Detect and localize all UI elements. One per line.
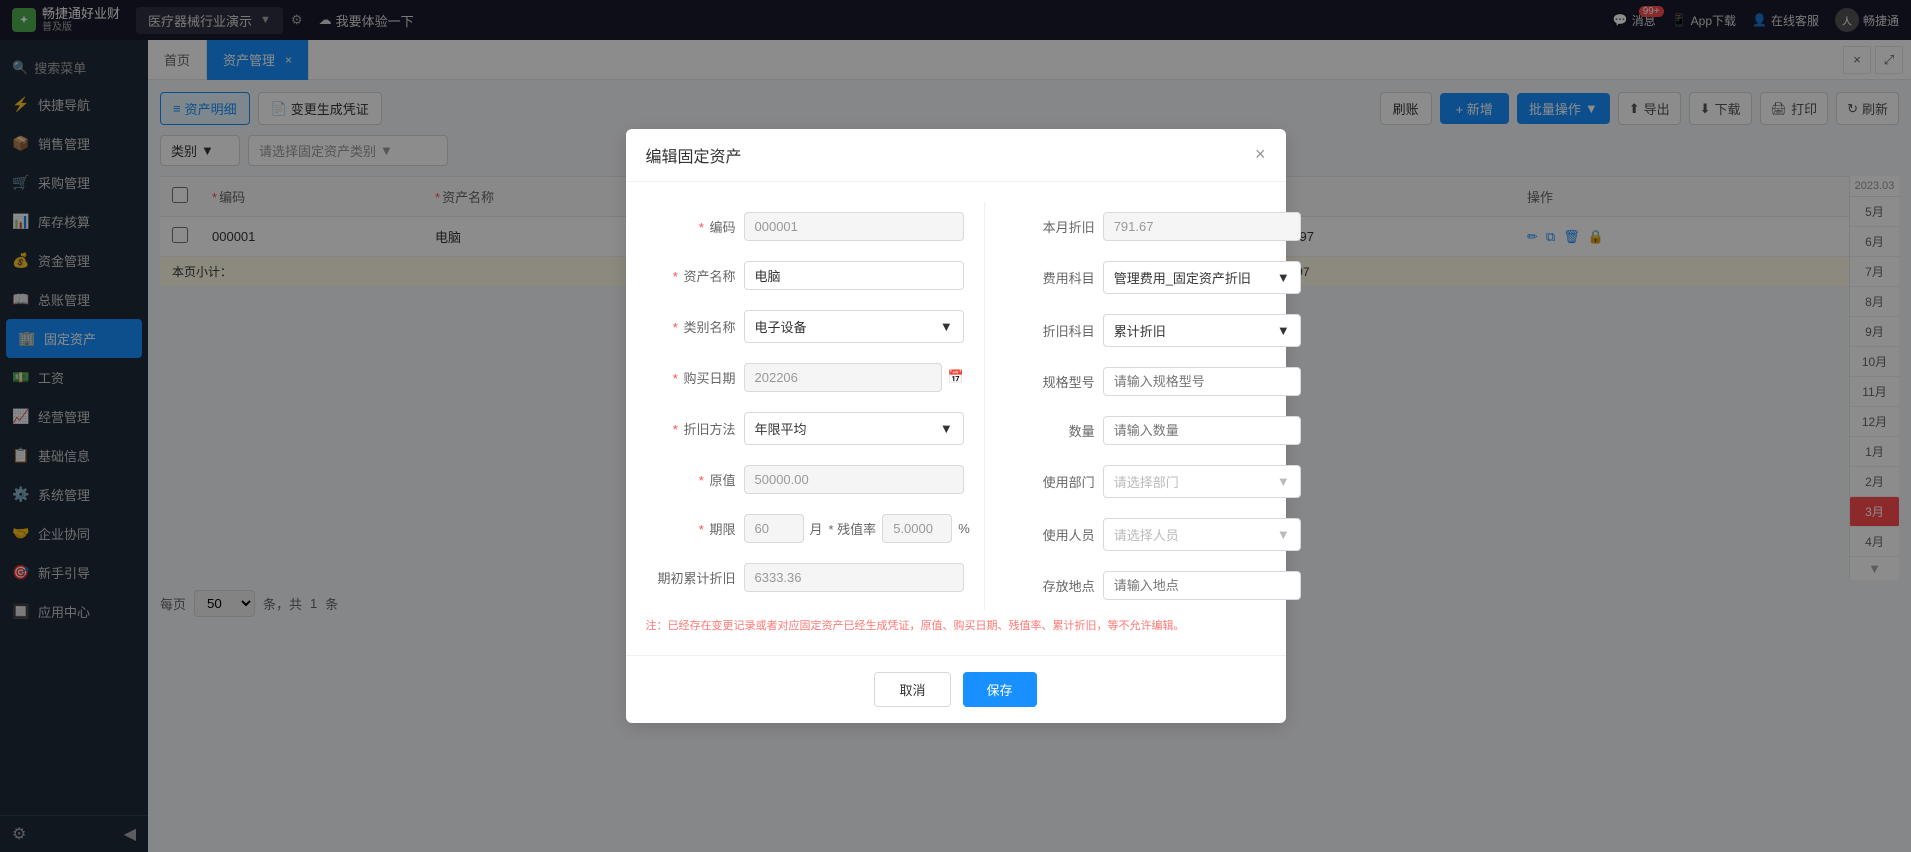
category-select-arrow: ▼ <box>940 319 953 334</box>
form-row-user: 使用人员 请选择人员 ▼ <box>1005 508 1301 561</box>
form-row-category: * 类别名称 电子设备 ▼ <box>646 300 964 353</box>
category-select-value: 电子设备 <box>755 317 807 336</box>
expense-subject-value: 管理费用_固定资产折旧 <box>1114 268 1251 287</box>
form-row-expense-subject: 费用科目 管理费用_固定资产折旧 ▼ <box>1005 251 1301 304</box>
depreciation-method-select[interactable]: 年限平均 ▼ <box>744 412 964 445</box>
form-row-monthly-depreciation: 本月折旧 <box>1005 202 1301 251</box>
initial-accum-input[interactable] <box>744 563 964 592</box>
expense-subject-arrow: ▼ <box>1277 270 1290 285</box>
spec-label: 规格型号 <box>1005 372 1095 391</box>
form-row-period: * 期限 月 * 残值率 % <box>646 504 964 553</box>
purchase-date-group: 📅 <box>744 363 964 392</box>
residual-rate-label: * 残值率 <box>829 519 877 538</box>
name-label: * 资产名称 <box>646 266 736 285</box>
form-row-purchase-date: * 购买日期 📅 <box>646 353 964 402</box>
modal-header: 编辑固定资产 × <box>626 129 1286 182</box>
monthly-depreciation-label: 本月折旧 <box>1005 217 1095 236</box>
residual-rate-input[interactable] <box>882 514 952 543</box>
form-row-location: 存放地点 <box>1005 561 1301 610</box>
period-label: * 期限 <box>646 519 736 538</box>
period-group: 月 * 残值率 % <box>744 514 964 543</box>
depreciation-subject-arrow: ▼ <box>1277 323 1290 338</box>
department-arrow: ▼ <box>1277 474 1290 489</box>
purchase-date-input[interactable] <box>744 363 942 392</box>
modal-overlay: 编辑固定资产 × * 编码 <box>0 0 1911 852</box>
quantity-input[interactable] <box>1103 416 1301 445</box>
modal-footer: 取消 保存 <box>626 655 1286 723</box>
spec-input[interactable] <box>1103 367 1301 396</box>
form-right-col: 本月折旧 费用科目 管理费用_固定资产折旧 ▼ <box>985 202 1301 610</box>
expense-subject-select[interactable]: 管理费用_固定资产折旧 ▼ <box>1103 261 1301 294</box>
original-value-label: * 原值 <box>646 470 736 489</box>
form-row-quantity: 数量 <box>1005 406 1301 455</box>
form-row-spec: 规格型号 <box>1005 357 1301 406</box>
depreciation-method-value: 年限平均 <box>755 419 807 438</box>
location-label: 存放地点 <box>1005 576 1095 595</box>
department-select[interactable]: 请选择部门 ▼ <box>1103 465 1301 498</box>
form-row-code: * 编码 <box>646 202 964 251</box>
period-input[interactable] <box>744 514 804 543</box>
calendar-icon[interactable]: 📅 <box>948 369 964 385</box>
code-input[interactable] <box>744 212 964 241</box>
monthly-depreciation-input[interactable] <box>1103 212 1301 241</box>
category-label: * 类别名称 <box>646 317 736 336</box>
depreciation-method-label: * 折旧方法 <box>646 419 736 438</box>
code-label: * 编码 <box>646 217 736 236</box>
form-grid: * 编码 * 资产名称 <box>646 202 1266 610</box>
form-row-depreciation-method: * 折旧方法 年限平均 ▼ <box>646 402 964 455</box>
purchase-date-label: * 购买日期 <box>646 368 736 387</box>
department-label: 使用部门 <box>1005 472 1095 491</box>
category-select[interactable]: 电子设备 ▼ <box>744 310 964 343</box>
expense-subject-label: 费用科目 <box>1005 268 1095 287</box>
residual-rate-unit-label: % <box>958 521 970 536</box>
modal-close-button[interactable]: × <box>1255 144 1266 165</box>
form-row-department: 使用部门 请选择部门 ▼ <box>1005 455 1301 508</box>
cancel-button[interactable]: 取消 <box>874 672 950 707</box>
depreciation-subject-value: 累计折旧 <box>1114 321 1166 340</box>
user-arrow: ▼ <box>1277 527 1290 542</box>
period-unit-label: 月 <box>810 519 823 538</box>
modal-body: * 编码 * 资产名称 <box>626 182 1286 656</box>
location-input[interactable] <box>1103 571 1301 600</box>
form-left-col: * 编码 * 资产名称 <box>646 202 985 610</box>
quantity-label: 数量 <box>1005 421 1095 440</box>
form-row-initial-accum: 期初累计折旧 <box>646 553 964 602</box>
depreciation-subject-select[interactable]: 累计折旧 ▼ <box>1103 314 1301 347</box>
depreciation-subject-label: 折旧科目 <box>1005 321 1095 340</box>
form-row-depreciation-subject: 折旧科目 累计折旧 ▼ <box>1005 304 1301 357</box>
form-row-name: * 资产名称 <box>646 251 964 300</box>
form-note: 注：已经存在变更记录或者对应固定资产已经生成凭证，原值、购买日期、残值率、累计折… <box>646 610 1266 636</box>
initial-accum-label: 期初累计折旧 <box>646 568 736 587</box>
user-placeholder: 请选择人员 <box>1114 525 1179 544</box>
user-select[interactable]: 请选择人员 ▼ <box>1103 518 1301 551</box>
modal-title: 编辑固定资产 <box>646 143 742 167</box>
original-value-input[interactable] <box>744 465 964 494</box>
save-button[interactable]: 保存 <box>963 672 1037 707</box>
name-input[interactable] <box>744 261 964 290</box>
department-placeholder: 请选择部门 <box>1114 472 1179 491</box>
edit-asset-modal: 编辑固定资产 × * 编码 <box>626 129 1286 724</box>
user-label: 使用人员 <box>1005 525 1095 544</box>
form-row-original-value: * 原值 <box>646 455 964 504</box>
depreciation-method-arrow: ▼ <box>940 421 953 436</box>
